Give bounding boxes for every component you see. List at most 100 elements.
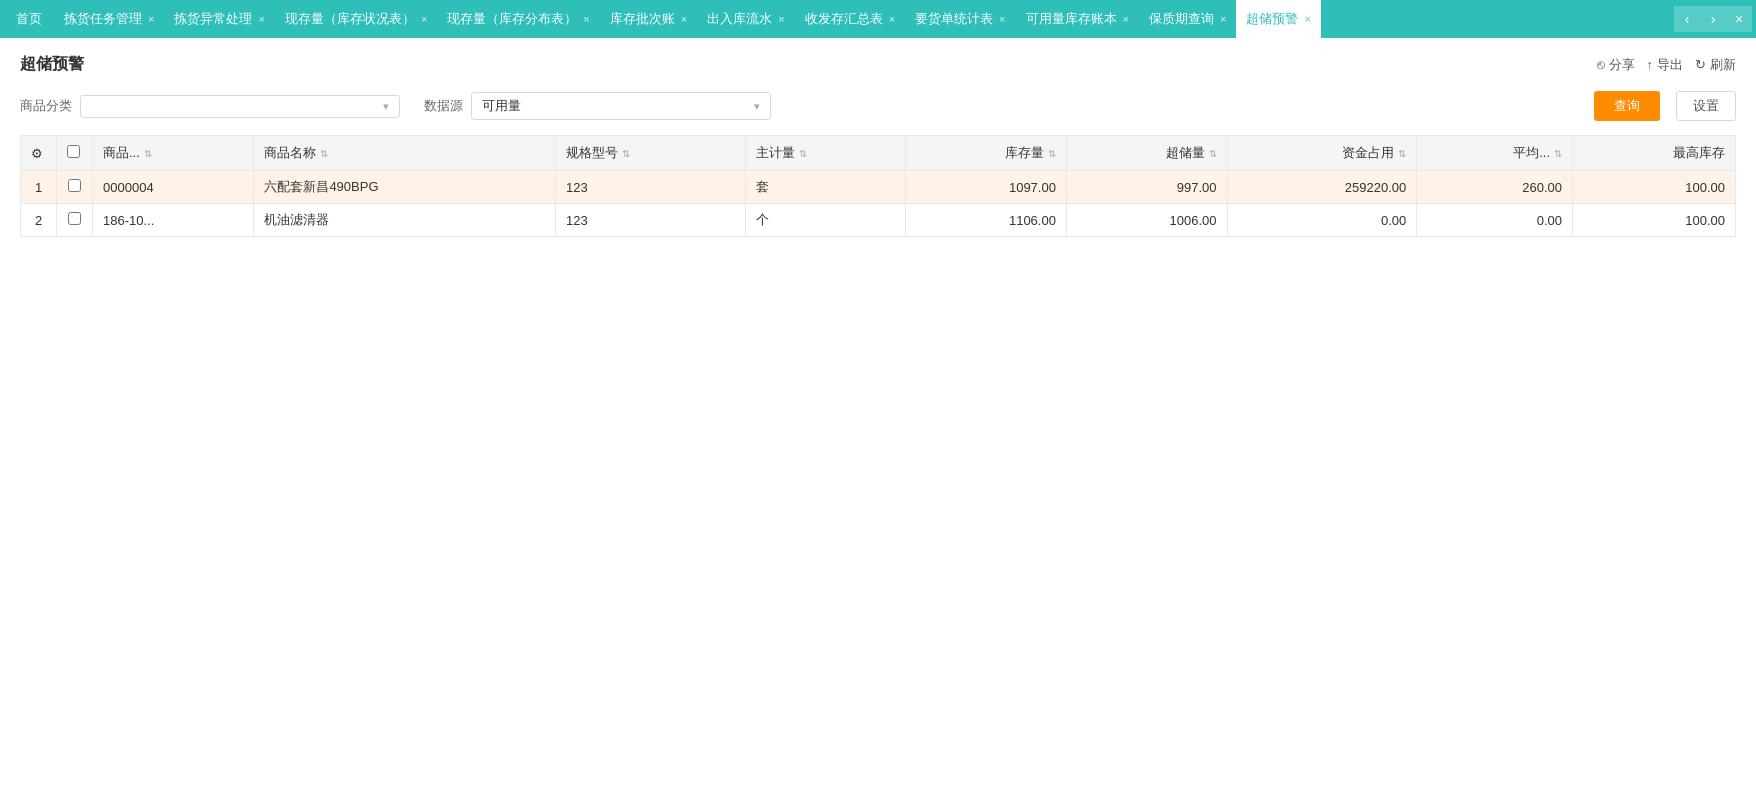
header-actions: ⎋ 分享 ↑ 导出 ↻ 刷新 xyxy=(1597,56,1737,74)
sort-avg-icon: ⇅ xyxy=(1554,148,1562,159)
cell-overstock-2: 1006.00 xyxy=(1066,204,1227,237)
tab-stock-status[interactable]: 现存量（库存状况表） × xyxy=(275,0,437,38)
category-filter-group: 商品分类 ▾ xyxy=(20,95,400,118)
cell-product-code-1: 0000004 xyxy=(93,171,254,204)
cell-stock-2: 1106.00 xyxy=(906,204,1067,237)
close-tab-roast-task[interactable]: × xyxy=(148,13,154,25)
tab-avail-stock[interactable]: 可用量库存账本 × xyxy=(1016,0,1139,38)
cell-spec-2: 123 xyxy=(555,204,745,237)
cell-max-1: 100.00 xyxy=(1573,171,1736,204)
nav-close-all[interactable]: × xyxy=(1726,6,1752,32)
table-row: 1 0000004 六配套新昌490BPG 123 套 1097.00 997.… xyxy=(21,171,1736,204)
th-gear[interactable]: ⚙ xyxy=(21,136,57,171)
close-tab-stock-batch[interactable]: × xyxy=(681,13,687,25)
table-header-row: ⚙ 商品... ⇅ 商品名称 ⇅ xyxy=(21,136,1736,171)
page-content: 超储预警 ⎋ 分享 ↑ 导出 ↻ 刷新 商品分类 ▾ 数据源 xyxy=(0,38,1756,800)
tab-quality[interactable]: 保质期查询 × xyxy=(1139,0,1236,38)
sort-unit-icon: ⇅ xyxy=(799,148,807,159)
datasource-dropdown-icon: ▾ xyxy=(754,100,760,113)
tab-roast-abnormal[interactable]: 拣货异常处理 × xyxy=(164,0,274,38)
datasource-filter-group: 数据源 可用量 ▾ xyxy=(424,92,771,120)
refresh-icon: ↻ xyxy=(1695,57,1706,72)
category-label: 商品分类 xyxy=(20,97,72,115)
sort-spec-icon: ⇅ xyxy=(622,148,630,159)
refresh-button[interactable]: ↻ 刷新 xyxy=(1695,56,1736,74)
th-max: 最高库存 xyxy=(1573,136,1736,171)
export-button[interactable]: ↑ 导出 xyxy=(1647,56,1684,74)
th-overstock[interactable]: 超储量 ⇅ xyxy=(1066,136,1227,171)
close-tab-roast-abnormal[interactable]: × xyxy=(258,13,264,25)
table-row: 2 186-10... 机油滤清器 123 个 1106.00 1006.00 … xyxy=(21,204,1736,237)
th-product-code[interactable]: 商品... ⇅ xyxy=(93,136,254,171)
row-select-checkbox-2[interactable] xyxy=(68,212,81,225)
share-button[interactable]: ⎋ 分享 xyxy=(1597,56,1635,74)
share-icon: ⎋ xyxy=(1597,57,1605,72)
cell-capital-2: 0.00 xyxy=(1227,204,1417,237)
refresh-label: 刷新 xyxy=(1710,56,1736,74)
export-label: 导出 xyxy=(1657,56,1683,74)
tab-recv-send[interactable]: 收发存汇总表 × xyxy=(795,0,905,38)
cell-product-name-2: 机油滤清器 xyxy=(254,204,556,237)
th-product-name[interactable]: 商品名称 ⇅ xyxy=(254,136,556,171)
cell-max-2: 100.00 xyxy=(1573,204,1736,237)
th-stock[interactable]: 库存量 ⇅ xyxy=(906,136,1067,171)
cell-overstock-1: 997.00 xyxy=(1066,171,1227,204)
top-navigation: 首页 拣货任务管理 × 拣货异常处理 × 现存量（库存状况表） × 现存量（库存… xyxy=(0,0,1756,38)
close-tab-stock-status[interactable]: × xyxy=(421,13,427,25)
cell-capital-1: 259220.00 xyxy=(1227,171,1417,204)
query-button[interactable]: 查询 xyxy=(1594,91,1660,121)
cell-avg-2: 0.00 xyxy=(1417,204,1573,237)
cell-stock-1: 1097.00 xyxy=(906,171,1067,204)
sort-product-code-icon: ⇅ xyxy=(144,148,152,159)
page-title: 超储预警 xyxy=(20,54,84,75)
tab-stock-batch[interactable]: 库存批次账 × xyxy=(600,0,697,38)
category-select[interactable]: ▾ xyxy=(80,95,400,118)
share-label: 分享 xyxy=(1609,56,1635,74)
row-num-1: 1 xyxy=(21,171,57,204)
datasource-value: 可用量 xyxy=(482,97,521,115)
th-unit[interactable]: 主计量 ⇅ xyxy=(745,136,906,171)
nav-arrows: ‹ › × xyxy=(1674,6,1752,32)
filter-row: 商品分类 ▾ 数据源 可用量 ▾ 查询 设置 xyxy=(20,91,1736,121)
settings-button[interactable]: 设置 xyxy=(1676,91,1736,121)
select-all-checkbox[interactable] xyxy=(67,145,80,158)
close-tab-stock-dist[interactable]: × xyxy=(583,13,589,25)
close-tab-overstock[interactable]: × xyxy=(1304,13,1310,25)
cell-product-name-1: 六配套新昌490BPG xyxy=(254,171,556,204)
page-header: 超储预警 ⎋ 分享 ↑ 导出 ↻ 刷新 xyxy=(20,54,1736,75)
category-dropdown-icon: ▾ xyxy=(383,100,389,113)
th-avg[interactable]: 平均... ⇅ xyxy=(1417,136,1573,171)
th-checkbox[interactable] xyxy=(57,136,93,171)
overstock-table: ⚙ 商品... ⇅ 商品名称 ⇅ xyxy=(20,135,1736,237)
cell-unit-1: 套 xyxy=(745,171,906,204)
close-tab-recv-send[interactable]: × xyxy=(889,13,895,25)
tab-stock-dist[interactable]: 现存量（库存分布表） × xyxy=(437,0,599,38)
th-capital[interactable]: 资金占用 ⇅ xyxy=(1227,136,1417,171)
cell-unit-2: 个 xyxy=(745,204,906,237)
th-spec[interactable]: 规格型号 ⇅ xyxy=(555,136,745,171)
sort-product-name-icon: ⇅ xyxy=(320,148,328,159)
sort-overstock-icon: ⇅ xyxy=(1209,148,1217,159)
close-tab-avail-stock[interactable]: × xyxy=(1123,13,1129,25)
tab-overstock[interactable]: 超储预警 × xyxy=(1236,0,1320,38)
cell-avg-1: 260.00 xyxy=(1417,171,1573,204)
gear-icon: ⚙ xyxy=(31,146,43,161)
sort-capital-icon: ⇅ xyxy=(1398,148,1406,159)
nav-right-arrow[interactable]: › xyxy=(1700,6,1726,32)
cell-spec-1: 123 xyxy=(555,171,745,204)
row-num-2: 2 xyxy=(21,204,57,237)
row-checkbox-2[interactable] xyxy=(57,204,93,237)
row-select-checkbox-1[interactable] xyxy=(68,179,81,192)
row-checkbox-1[interactable] xyxy=(57,171,93,204)
datasource-select[interactable]: 可用量 ▾ xyxy=(471,92,771,120)
close-tab-quality[interactable]: × xyxy=(1220,13,1226,25)
tab-order-stat[interactable]: 要货单统计表 × xyxy=(905,0,1015,38)
nav-home[interactable]: 首页 xyxy=(4,0,54,38)
export-icon: ↑ xyxy=(1647,57,1654,72)
close-tab-order-stat[interactable]: × xyxy=(999,13,1005,25)
close-tab-inout-flow[interactable]: × xyxy=(778,13,784,25)
nav-left-arrow[interactable]: ‹ xyxy=(1674,6,1700,32)
sort-stock-icon: ⇅ xyxy=(1048,148,1056,159)
tab-inout-flow[interactable]: 出入库流水 × xyxy=(697,0,794,38)
tab-roast-task[interactable]: 拣货任务管理 × xyxy=(54,0,164,38)
